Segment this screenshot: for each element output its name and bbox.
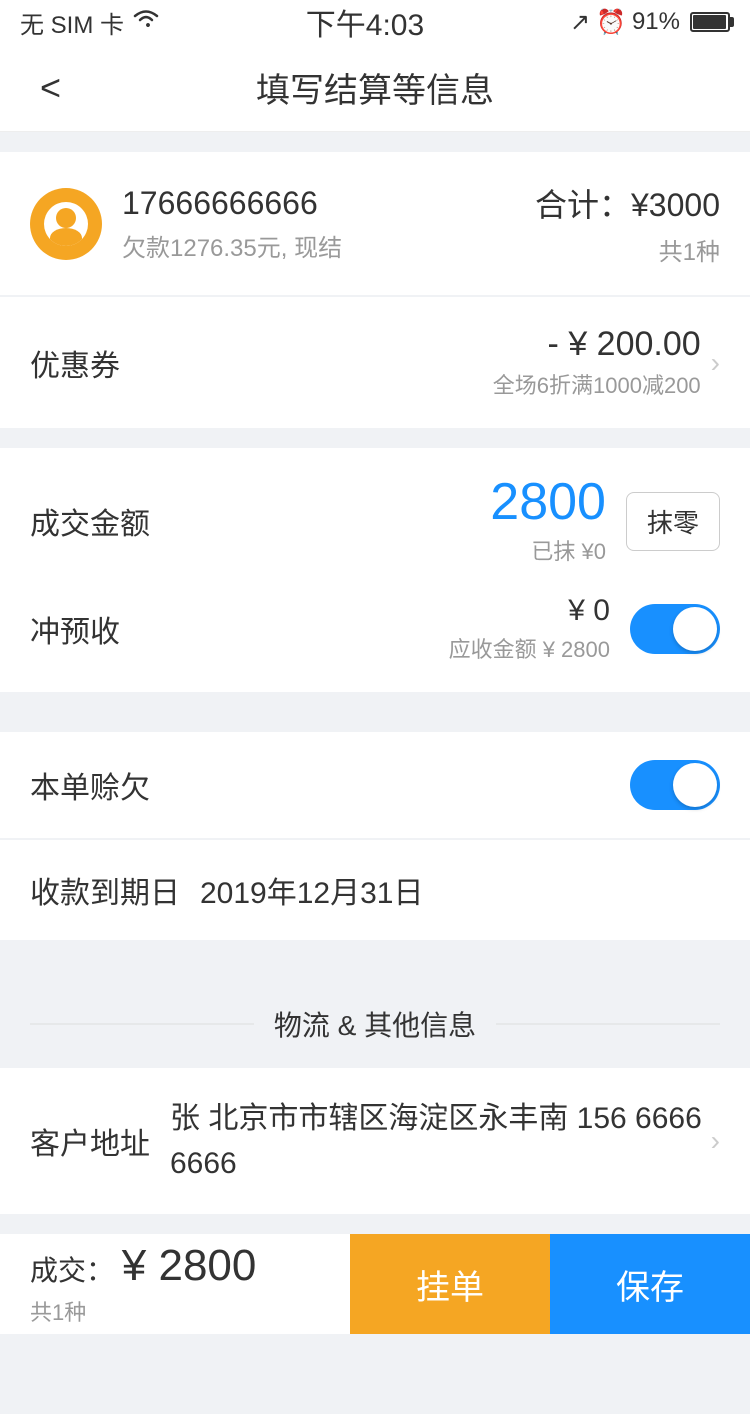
total-amount: 合计：¥3000	[535, 180, 720, 226]
avatar-icon	[44, 202, 88, 246]
prepay-label: 冲预收	[30, 607, 120, 651]
prepay-right: ¥ 0 应收金额 ¥ 2800	[449, 594, 720, 664]
deal-row: 成交金额 2800 已抹 ¥0 抹零	[30, 476, 720, 566]
logistics-label-text: 物流 & 其他信息	[274, 1010, 476, 1041]
deal-right: 2800 已抹 ¥0 抹零	[490, 476, 720, 566]
prepay-row: 冲预收 ¥ 0 应收金额 ¥ 2800	[30, 594, 720, 664]
address-chevron-icon: ›	[711, 1125, 720, 1157]
debt-toggle[interactable]	[630, 760, 720, 810]
battery-icon	[690, 12, 730, 32]
debt-toggle-knob	[673, 763, 717, 807]
due-date: 2019年12月31日	[200, 868, 423, 912]
status-carrier: 无 SIM 卡	[20, 5, 160, 40]
separator-3	[0, 940, 750, 960]
deal-amount: 2800	[490, 476, 606, 528]
prepay-amounts: ¥ 0 应收金额 ¥ 2800	[449, 594, 610, 664]
page-title: 填写结算等信息	[256, 63, 494, 112]
deal-erased: 已抹 ¥0	[490, 534, 606, 566]
hold-button[interactable]: 挂单	[350, 1234, 550, 1334]
coupon-right: - ¥ 200.00 全场6折满1000减200 ›	[493, 325, 720, 400]
deal-section: 成交金额 2800 已抹 ¥0 抹零 冲预收 ¥ 0 应收金额 ¥ 2800	[0, 448, 750, 692]
deal-label: 成交金额	[30, 499, 150, 543]
location-icon: ↗	[570, 8, 590, 37]
debt-section: 本单赊欠	[0, 732, 750, 838]
prepay-amount: ¥ 0	[449, 594, 610, 628]
status-indicators: ↗ ⏰ 91%	[570, 8, 730, 37]
status-bar: 无 SIM 卡 下午4:03 ↗ ⏰ 91%	[0, 0, 750, 44]
deal-amount-wrap: 2800 已抹 ¥0	[490, 476, 606, 566]
address-value: 张 北京市市辖区海淀区永丰南 156 6666 6666	[170, 1096, 711, 1186]
battery-percent: 91%	[632, 8, 680, 36]
bottom-count: 共1种	[30, 1295, 320, 1327]
coupon-discount: - ¥ 200.00 全场6折满1000减200	[493, 325, 701, 400]
coupon-row[interactable]: 优惠券 - ¥ 200.00 全场6折满1000减200 ›	[0, 297, 750, 428]
coupon-desc: 全场6折满1000减200	[493, 368, 701, 400]
debt-label: 本单赊欠	[30, 763, 150, 807]
chevron-right-icon: ›	[711, 347, 720, 379]
user-phone: 17666666666	[122, 185, 535, 222]
address-row[interactable]: 客户地址 张 北京市市辖区海淀区永丰南 156 6666 6666 ›	[0, 1068, 750, 1214]
total-count: 共1种	[535, 232, 720, 267]
status-time: 下午4:03	[306, 0, 424, 44]
header: < 填写结算等信息	[0, 44, 750, 132]
due-label: 收款到期日	[30, 868, 180, 912]
save-label: 保存	[616, 1260, 684, 1309]
wifi-icon	[132, 8, 160, 36]
logistics-label: 物流 & 其他信息	[254, 1004, 496, 1044]
prepay-receivable: 应收金额 ¥ 2800	[449, 632, 610, 664]
user-info: 17666666666 欠款1276.35元, 现结	[122, 185, 535, 263]
toggle-knob	[673, 607, 717, 651]
bottom-summary: 成交： ¥ 2800 共1种	[0, 1241, 350, 1327]
bottom-bar: 成交： ¥ 2800 共1种 挂单 保存	[0, 1234, 750, 1334]
user-debt: 欠款1276.35元, 现结	[122, 228, 535, 263]
user-total: 合计：¥3000 共1种	[535, 180, 720, 267]
bottom-deal-row: 成交： ¥ 2800	[30, 1241, 320, 1291]
logistics-header: 物流 & 其他信息	[0, 980, 750, 1068]
avatar	[30, 188, 102, 260]
bottom-amount: ¥ 2800	[122, 1241, 257, 1290]
address-label: 客户地址	[30, 1119, 150, 1163]
hold-label: 挂单	[416, 1260, 484, 1309]
user-card: 17666666666 欠款1276.35元, 现结 合计：¥3000 共1种	[0, 152, 750, 295]
back-button[interactable]: <	[30, 57, 71, 119]
alarm-icon: ⏰	[596, 8, 626, 37]
debt-row: 本单赊欠	[30, 760, 720, 810]
save-button[interactable]: 保存	[550, 1234, 750, 1334]
bottom-deal-label: 成交：	[30, 1255, 114, 1286]
round-btn[interactable]: 抹零	[626, 492, 720, 551]
carrier-text: 无 SIM 卡	[20, 5, 124, 40]
due-date-row: 收款到期日 2019年12月31日	[0, 840, 750, 940]
coupon-label: 优惠券	[30, 341, 120, 385]
separator-1	[0, 428, 750, 448]
coupon-amount: - ¥ 200.00	[493, 325, 701, 364]
separator-2	[0, 692, 750, 712]
prepay-toggle[interactable]	[630, 604, 720, 654]
